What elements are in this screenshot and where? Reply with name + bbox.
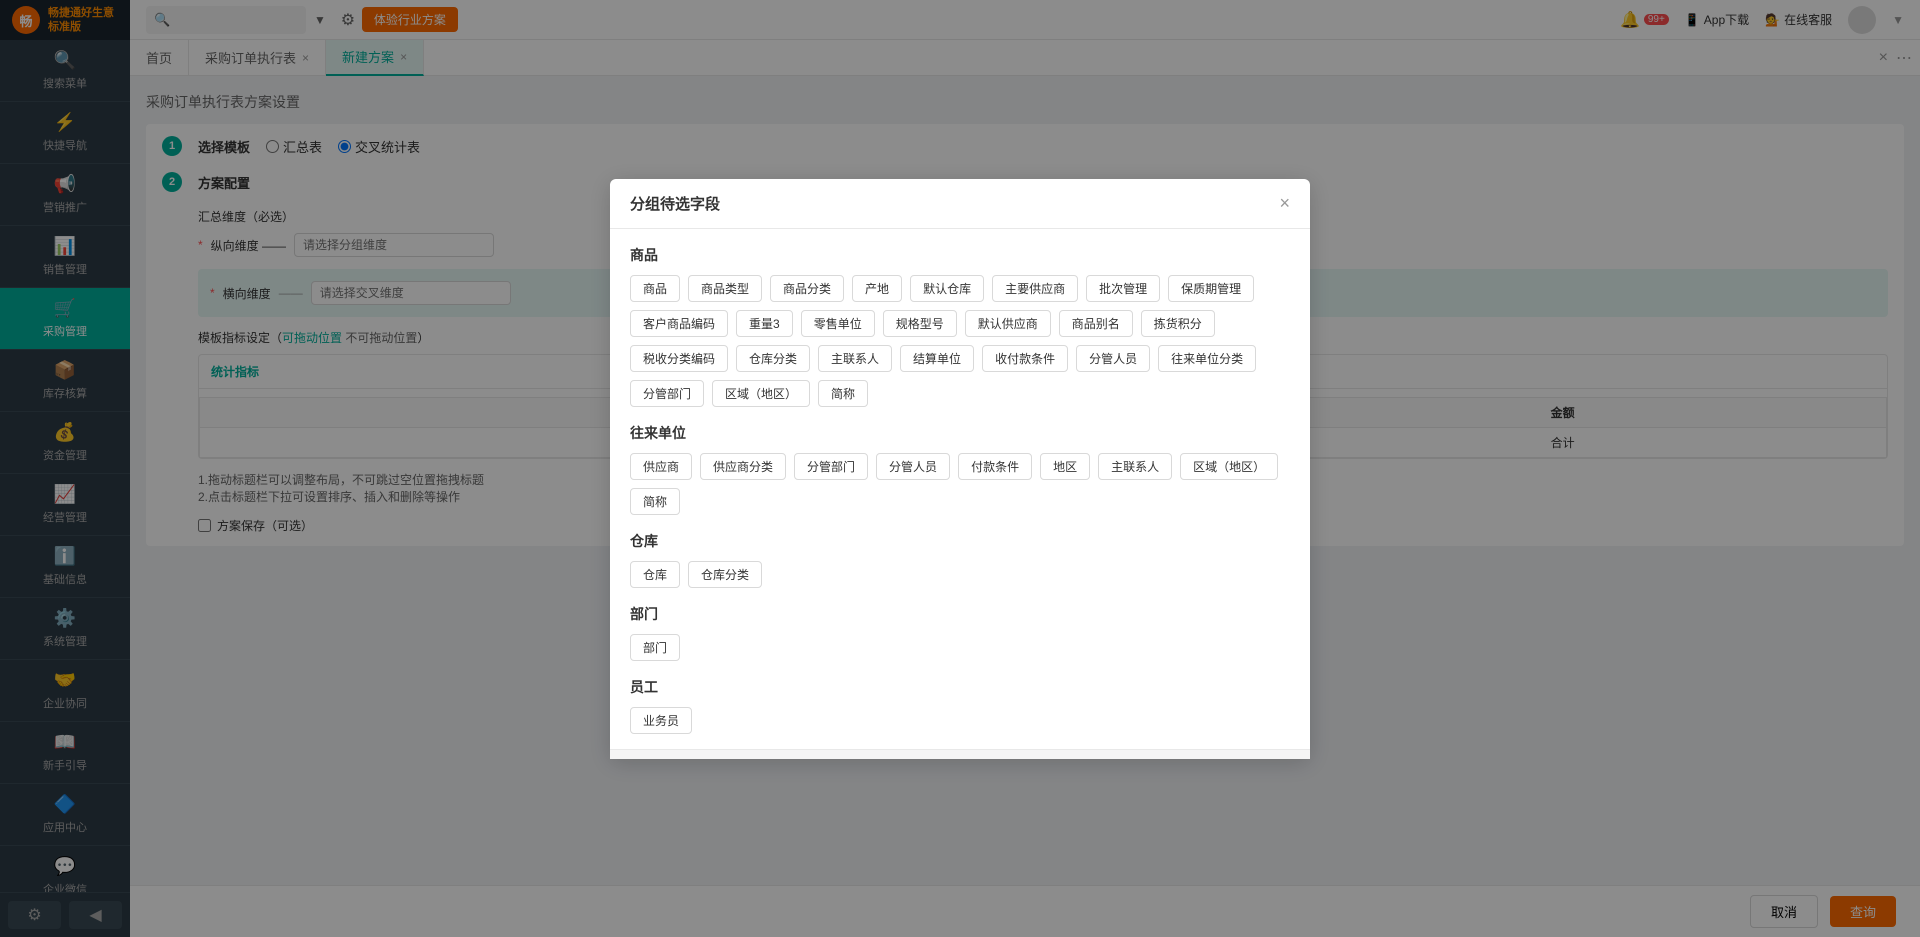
field-tag[interactable]: 商品别名 [1059,310,1133,337]
modal-overlay[interactable]: 分组待选字段 × 商品 商品 商品类型 商品分类 产地 默认仓库 主要供应商 批… [0,0,1920,937]
section-employee: 员工 业务员 [630,677,1290,734]
field-tag[interactable]: 仓库分类 [688,561,762,588]
field-tag[interactable]: 主要供应商 [992,275,1078,302]
field-tag[interactable]: 区域（地区） [712,380,810,407]
section-dept: 部门 部门 [630,604,1290,661]
field-tag[interactable]: 简称 [818,380,868,407]
field-tag[interactable]: 地区 [1040,453,1090,480]
section-counterparty-title: 往来单位 [630,423,1290,443]
field-tag[interactable]: 拣货积分 [1141,310,1215,337]
field-tag[interactable]: 分管人员 [876,453,950,480]
section-employee-tags: 业务员 [630,707,1290,734]
section-product-tags: 商品 商品类型 商品分类 产地 默认仓库 主要供应商 批次管理 保质期管理 客户… [630,275,1290,407]
field-tag[interactable]: 业务员 [630,707,692,734]
field-tag[interactable]: 产地 [852,275,902,302]
field-tag[interactable]: 零售单位 [801,310,875,337]
field-tag[interactable]: 规格型号 [883,310,957,337]
field-tag[interactable]: 仓库 [630,561,680,588]
section-counterparty: 往来单位 供应商 供应商分类 分管部门 分管人员 付款条件 地区 主联系人 区域… [630,423,1290,515]
field-tag[interactable]: 商品类型 [688,275,762,302]
field-tag[interactable]: 简称 [630,488,680,515]
section-employee-title: 员工 [630,677,1290,697]
field-tag[interactable]: 重量3 [736,310,793,337]
section-product-title: 商品 [630,245,1290,265]
field-tag[interactable]: 区域（地区） [1180,453,1278,480]
field-tag[interactable]: 结算单位 [900,345,974,372]
section-product: 商品 商品 商品类型 商品分类 产地 默认仓库 主要供应商 批次管理 保质期管理… [630,245,1290,407]
field-tag[interactable]: 付款条件 [958,453,1032,480]
field-tag[interactable]: 税收分类编码 [630,345,728,372]
field-tag[interactable]: 默认供应商 [965,310,1051,337]
field-tag[interactable]: 保质期管理 [1168,275,1254,302]
field-tag[interactable]: 主联系人 [818,345,892,372]
field-tag[interactable]: 分管人员 [1076,345,1150,372]
section-warehouse-tags: 仓库 仓库分类 [630,561,1290,588]
section-dept-tags: 部门 [630,634,1290,661]
field-tag[interactable]: 供应商分类 [700,453,786,480]
section-warehouse-title: 仓库 [630,531,1290,551]
modal-dialog: 分组待选字段 × 商品 商品 商品类型 商品分类 产地 默认仓库 主要供应商 批… [610,179,1310,759]
modal-header: 分组待选字段 × [610,179,1310,229]
field-tag[interactable]: 默认仓库 [910,275,984,302]
field-tag[interactable]: 收付款条件 [982,345,1068,372]
section-warehouse: 仓库 仓库 仓库分类 [630,531,1290,588]
field-tag[interactable]: 分管部门 [794,453,868,480]
field-tag[interactable]: 批次管理 [1086,275,1160,302]
modal-title: 分组待选字段 [630,193,720,214]
field-tag[interactable]: 商品 [630,275,680,302]
section-counterparty-tags: 供应商 供应商分类 分管部门 分管人员 付款条件 地区 主联系人 区域（地区） … [630,453,1290,515]
field-tag[interactable]: 商品分类 [770,275,844,302]
field-tag[interactable]: 分管部门 [630,380,704,407]
field-tag[interactable]: 供应商 [630,453,692,480]
field-tag[interactable]: 仓库分类 [736,345,810,372]
field-tag[interactable]: 部门 [630,634,680,661]
modal-close-button[interactable]: × [1279,194,1290,212]
modal-body: 商品 商品 商品类型 商品分类 产地 默认仓库 主要供应商 批次管理 保质期管理… [610,229,1310,749]
modal-horizontal-scrollbar[interactable] [610,749,1310,759]
field-tag[interactable]: 往来单位分类 [1158,345,1256,372]
section-dept-title: 部门 [630,604,1290,624]
field-tag[interactable]: 主联系人 [1098,453,1172,480]
field-tag[interactable]: 客户商品编码 [630,310,728,337]
